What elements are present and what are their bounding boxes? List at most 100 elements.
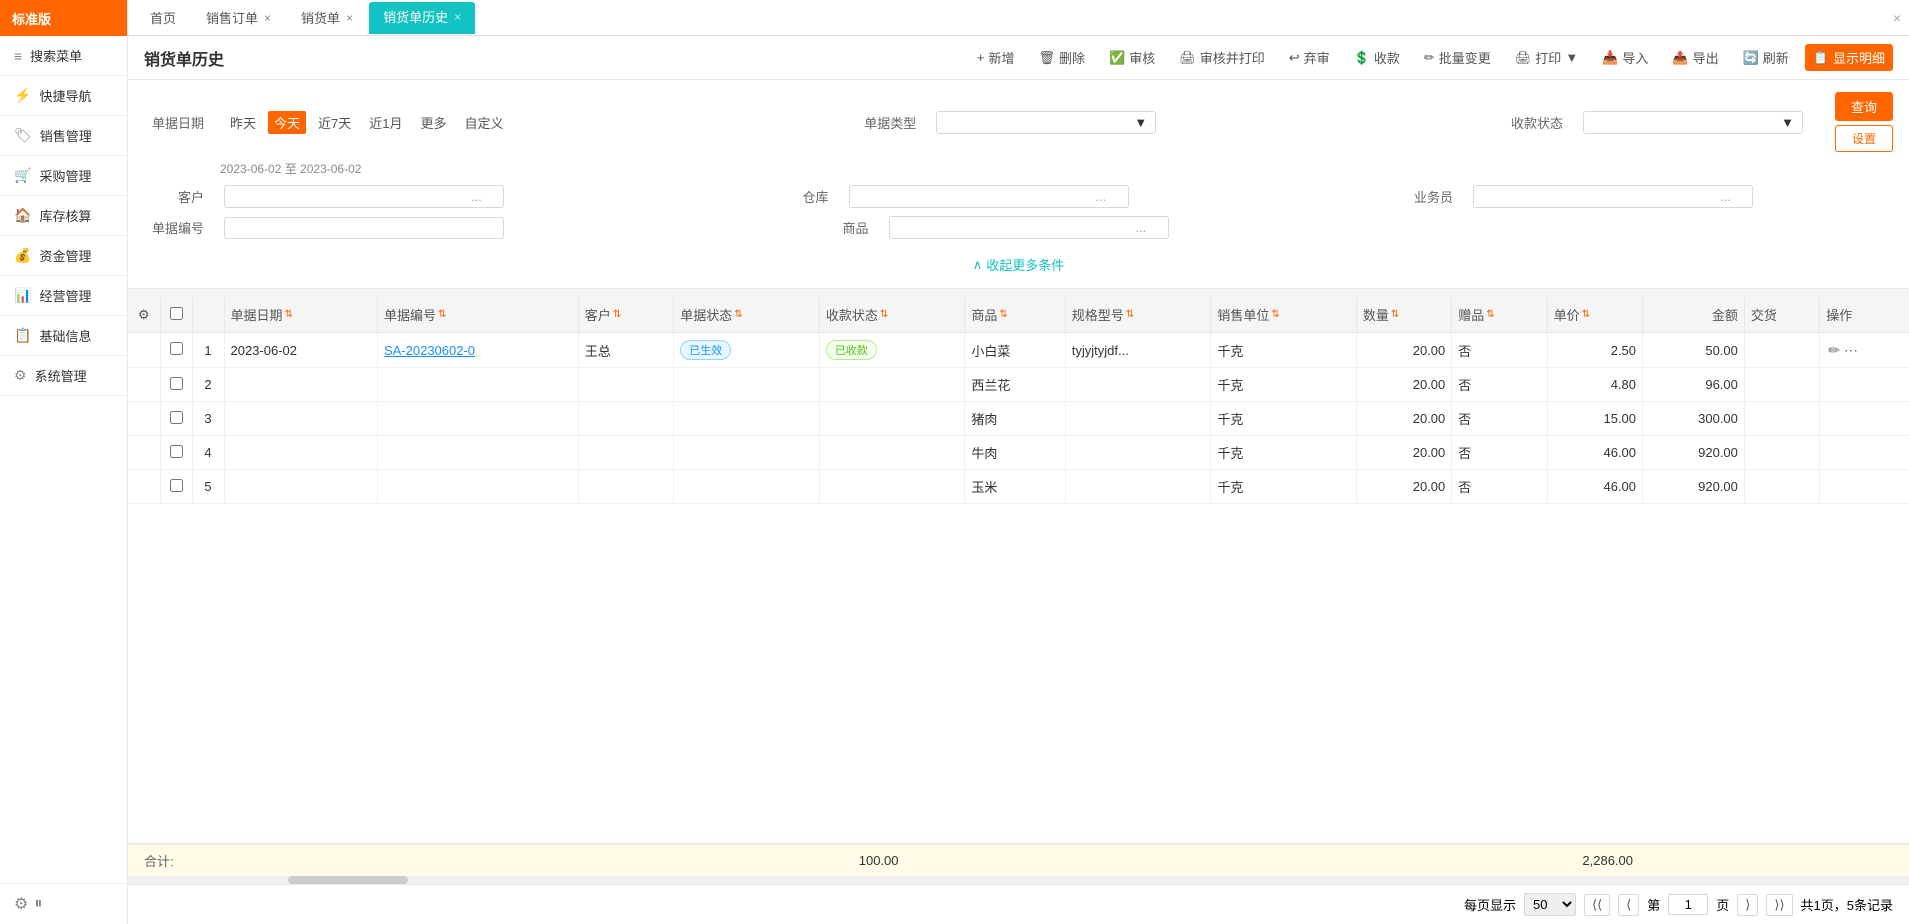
row-doc-date-1 [224, 368, 377, 402]
row-gift-3: 否 [1452, 436, 1547, 470]
next-page-button[interactable]: ⟩ [1737, 894, 1758, 916]
import-button[interactable]: 📥 导入 [1594, 44, 1656, 71]
date-btn-more[interactable]: 更多 [415, 111, 453, 134]
tab-sales-order[interactable]: 销售订单 × [192, 2, 285, 34]
date-btn-7days[interactable]: 近7天 [312, 111, 357, 134]
col-pay-status[interactable]: 收款状态 ⇅ [819, 297, 965, 333]
row-checkbox-4[interactable] [160, 470, 192, 504]
filter-row-1: 单据日期 昨天 今天 近7天 近1月 更多 自定义 单据类型 ▼ 收款状态 [144, 92, 1893, 152]
gift-sort-icon: ⇅ [1486, 309, 1494, 320]
row-amount-1: 96.00 [1643, 368, 1745, 402]
sidebar-item-sys-mgmt[interactable]: ⚙ 系统管理 [0, 356, 127, 396]
payment-status-select[interactable]: ▼ [1583, 111, 1803, 134]
row-doc-no-0[interactable]: SA-20230602-0 [377, 333, 578, 368]
sidebar-toggle-icon[interactable]: ⏸ [34, 895, 42, 913]
sidebar-item-purchase-mgmt[interactable]: 🛒 采购管理 [0, 156, 127, 196]
date-filter-label: 单据日期 [144, 113, 204, 132]
warehouse-dots-btn[interactable]: ... [1090, 186, 1113, 207]
row-doc-status-0: 已生效 [674, 333, 820, 368]
show-detail-button[interactable]: 📋 显示明细 [1805, 44, 1893, 71]
doc-no-input[interactable] [224, 217, 504, 239]
col-customer[interactable]: 客户 ⇅ [578, 297, 673, 333]
per-page-select[interactable]: 50 100 200 [1524, 893, 1576, 916]
date-btn-yesterday[interactable]: 昨天 [224, 111, 262, 134]
row-checkbox-2[interactable] [160, 402, 192, 436]
review-button[interactable]: ✅ 审核 [1101, 44, 1163, 71]
sidebar-item-finance[interactable]: 💰 资金管理 [0, 236, 127, 276]
review-print-button[interactable]: 🖨 审核并打印 [1171, 44, 1273, 71]
abandon-button[interactable]: ↩ 弃审 [1281, 44, 1338, 71]
row-customer-3 [578, 436, 673, 470]
sidebar-item-operation[interactable]: 📊 经营管理 [0, 276, 127, 316]
row-action-4 [1820, 470, 1909, 504]
col-gear[interactable]: ⚙ [128, 297, 160, 333]
tab-close-sales-delivery[interactable]: × [346, 11, 353, 25]
table-footer: 合计: 100.00 2,286.00 [128, 843, 1909, 876]
tab-close-sales-order[interactable]: × [264, 11, 271, 25]
col-doc-date[interactable]: 单据日期 ⇅ [224, 297, 377, 333]
query-button[interactable]: 查询 [1835, 92, 1893, 121]
new-button[interactable]: + 新增 [969, 44, 1023, 71]
col-unit[interactable]: 销售单位 ⇅ [1211, 297, 1357, 333]
tab-sales-history[interactable]: 销货单历史 × [369, 2, 475, 34]
search-menu-icon: ≡ [14, 48, 22, 64]
salesperson-dots-btn[interactable]: ... [1714, 186, 1737, 207]
print-button[interactable]: 🖨 打印 ▼ [1507, 44, 1586, 71]
page-header: 销货单历史 + 新增 🗑 删除 ✅ 审核 🖨 审核并打印 [128, 36, 1909, 80]
col-qty[interactable]: 数量 ⇅ [1356, 297, 1451, 333]
goods-dots-btn[interactable]: ... [1130, 217, 1153, 238]
sidebar-item-basic-info[interactable]: 📋 基础信息 [0, 316, 127, 356]
row-doc-no-1[interactable] [377, 368, 578, 402]
col-gift[interactable]: 赠品 ⇅ [1452, 297, 1547, 333]
row-checkbox-0[interactable] [160, 333, 192, 368]
collect-button[interactable]: 💲 收款 [1346, 44, 1408, 71]
row-doc-no-4[interactable] [377, 470, 578, 504]
batch-change-button[interactable]: ✏ 批量变更 [1416, 44, 1499, 71]
col-spec[interactable]: 规格型号 ⇅ [1065, 297, 1211, 333]
col-price[interactable]: 单价 ⇅ [1547, 297, 1642, 333]
col-doc-status[interactable]: 单据状态 ⇅ [674, 297, 820, 333]
doc-type-select[interactable]: ▼ [936, 111, 1156, 134]
prev-page-button[interactable]: ⟨ [1618, 894, 1639, 916]
customer-dots-btn[interactable]: ... [465, 186, 488, 207]
goods-input[interactable] [890, 218, 1130, 238]
warehouse-input[interactable] [850, 187, 1090, 207]
tab-close-sales-history[interactable]: × [454, 10, 461, 24]
sidebar-collapse-icon[interactable]: ⚙ [14, 894, 28, 914]
col-index [192, 297, 224, 333]
date-btn-custom[interactable]: 自定义 [459, 111, 510, 134]
edit-icon[interactable]: ✏ [1828, 342, 1840, 358]
tab-sales-delivery[interactable]: 销货单 × [287, 2, 367, 34]
row-checkbox-1[interactable] [160, 368, 192, 402]
tabs-close-all-icon[interactable]: × [1893, 10, 1901, 26]
table-row: 5 玉米 千克 20.00 否 46.00 920.00 [128, 470, 1909, 504]
date-btn-1month[interactable]: 近1月 [363, 111, 408, 134]
row-checkbox-3[interactable] [160, 436, 192, 470]
salesperson-input[interactable] [1474, 187, 1714, 207]
more-icon[interactable]: ⋯ [1844, 342, 1858, 358]
tab-home[interactable]: 首页 [136, 2, 190, 34]
collapse-button[interactable]: ∧ 收起更多条件 [969, 251, 1069, 278]
delete-button[interactable]: 🗑 删除 [1030, 44, 1093, 71]
settings-button[interactable]: 设置 [1835, 125, 1893, 152]
row-doc-no-3[interactable] [377, 436, 578, 470]
date-btn-today[interactable]: 今天 [268, 111, 306, 134]
last-page-button[interactable]: ⟩⟩ [1766, 894, 1792, 916]
export-button[interactable]: 📤 导出 [1664, 44, 1726, 71]
scrollbar-thumb[interactable] [288, 876, 408, 884]
sidebar-item-quick-nav[interactable]: ⚡ 快捷导航 [0, 76, 127, 116]
sidebar-item-sales-mgmt[interactable]: 🏷 销售管理 [0, 116, 127, 156]
customer-input[interactable] [225, 187, 465, 207]
filter-section: 单据日期 昨天 今天 近7天 近1月 更多 自定义 单据类型 ▼ 收款状态 [128, 80, 1909, 289]
row-gift-4: 否 [1452, 470, 1547, 504]
row-doc-no-2[interactable] [377, 402, 578, 436]
sidebar-item-inventory[interactable]: 🏠 库存核算 [0, 196, 127, 236]
horizontal-scrollbar[interactable] [128, 876, 1909, 884]
sidebar-item-search-menu[interactable]: ≡ 搜索菜单 [0, 36, 127, 76]
col-goods[interactable]: 商品 ⇅ [965, 297, 1065, 333]
refresh-button[interactable]: 🔄 刷新 [1735, 44, 1797, 71]
first-page-button[interactable]: ⟨⟨ [1584, 894, 1610, 916]
select-all-checkbox[interactable] [170, 307, 183, 320]
page-number-input[interactable] [1668, 894, 1708, 915]
col-doc-no[interactable]: 单据编号 ⇅ [377, 297, 578, 333]
